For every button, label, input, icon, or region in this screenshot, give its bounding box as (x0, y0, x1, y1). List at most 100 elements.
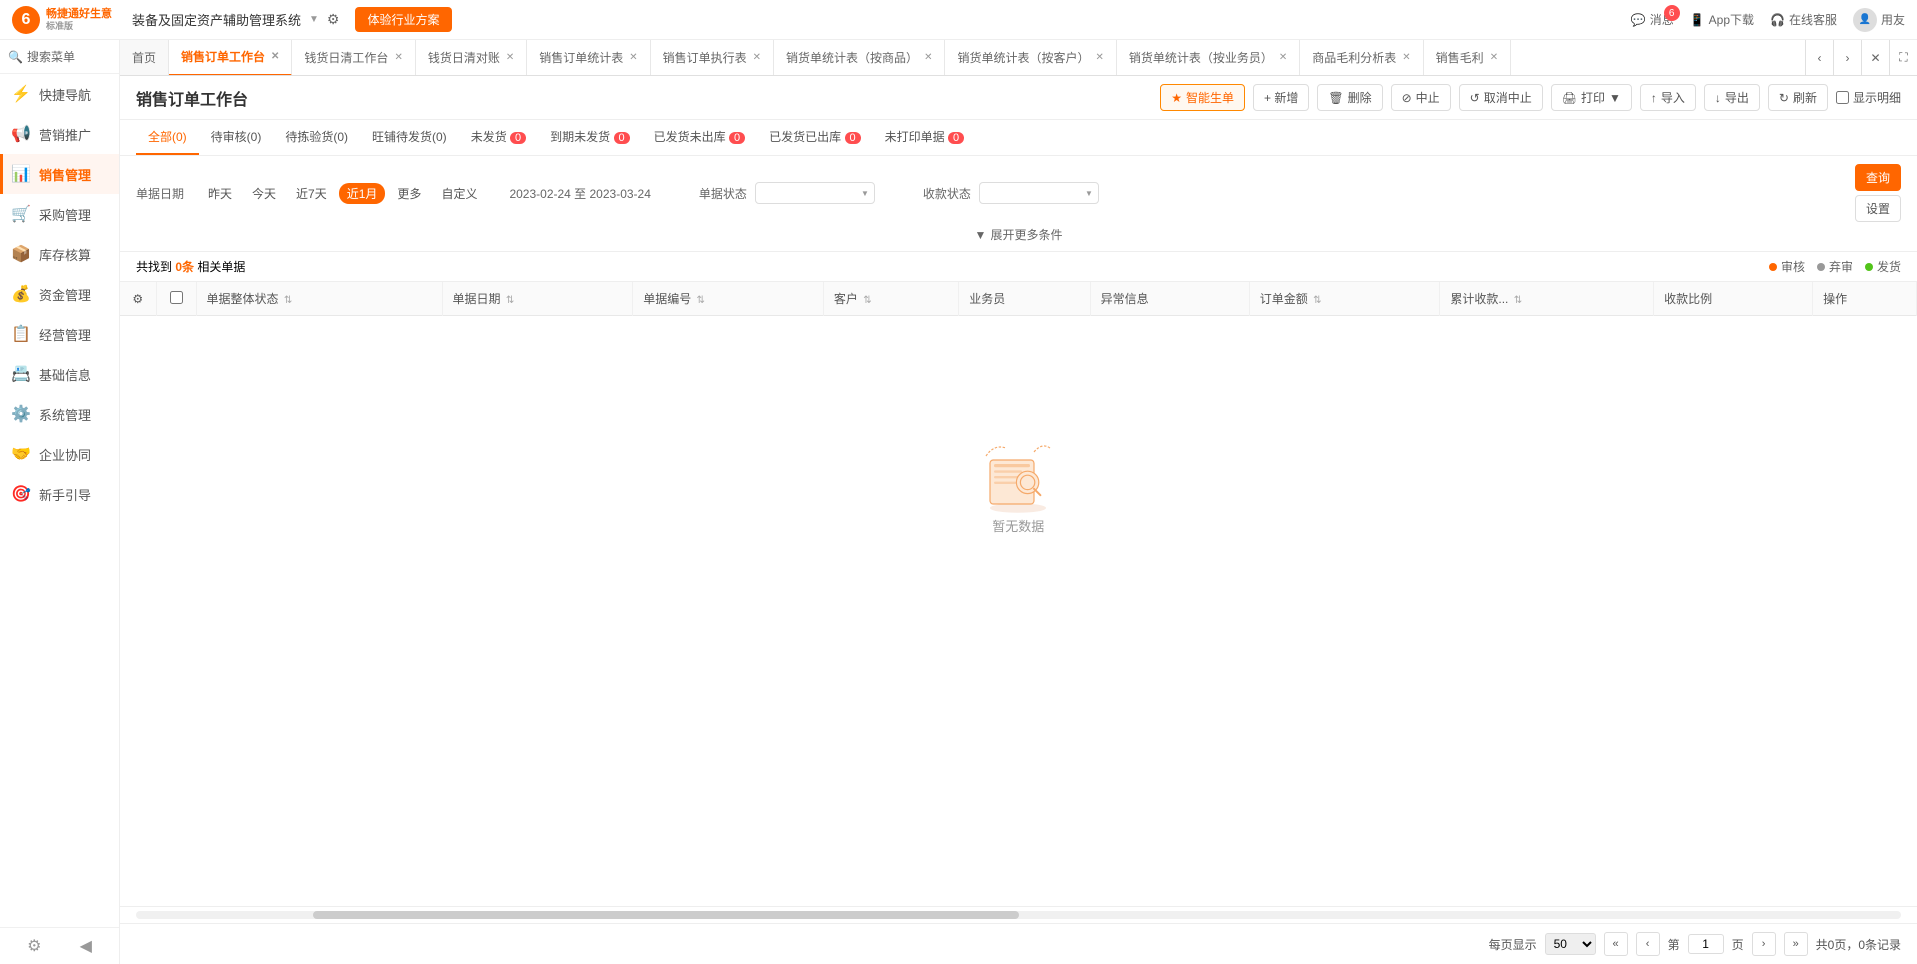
tab-home[interactable]: 首页 (120, 40, 169, 76)
page-next-btn[interactable]: › (1752, 932, 1776, 956)
tab-expand-btn[interactable]: ⛶ (1889, 40, 1917, 76)
tab-sales-stats-close[interactable]: ✕ (629, 52, 637, 63)
status-select[interactable] (755, 182, 875, 204)
sub-tab-pending[interactable]: 待审核(0) (199, 120, 274, 155)
tab-sales-profit-close[interactable]: ✕ (1490, 52, 1498, 63)
page-input[interactable] (1688, 934, 1724, 954)
approve-label: 审核 (1781, 258, 1805, 275)
print-btn[interactable]: 🖨 打印 ▼ (1551, 84, 1632, 111)
tab-stats-staff-close[interactable]: ✕ (1279, 52, 1287, 63)
tab-sales-profit[interactable]: 销售毛利 ✕ (1424, 40, 1511, 76)
sidebar-item-operations[interactable]: 📋 经营管理 (0, 314, 119, 354)
sidebar-item-newbie[interactable]: 🎯 新手引导 (0, 474, 119, 514)
trial-btn[interactable]: 体验行业方案 (355, 7, 451, 32)
sub-tab-all[interactable]: 全部(0) (136, 120, 199, 155)
th-action: 操作 (1813, 282, 1917, 316)
delete-btn[interactable]: 🗑 删除 (1317, 84, 1382, 111)
sidebar-item-purchase[interactable]: 🛒 采购管理 (0, 194, 119, 234)
tab-prev-btn[interactable]: ‹ (1805, 40, 1833, 76)
show-detail-label[interactable]: 显示明细 (1836, 89, 1901, 106)
horizontal-scrollbar[interactable] (136, 911, 1901, 919)
tab-stats-staff[interactable]: 销货单统计表（按业务员） ✕ (1117, 40, 1300, 76)
sub-tab-shipped-not-out[interactable]: 已发货未出库 0 (642, 120, 757, 155)
sidebar-search[interactable]: 🔍 搜索菜单 (0, 40, 119, 74)
sidebar-item-sales[interactable]: 📊 销售管理 (0, 154, 119, 194)
select-all-checkbox[interactable] (170, 291, 183, 304)
sidebar-item-basic[interactable]: 📇 基础信息 (0, 354, 119, 394)
sidebar-item-inventory[interactable]: 📦 库存核算 (0, 234, 119, 274)
th-date-sort[interactable]: ⇅ (506, 295, 514, 306)
th-number-sort[interactable]: ⇅ (697, 295, 705, 306)
refresh-btn[interactable]: ↻ 刷新 (1768, 84, 1828, 111)
th-customer-sort[interactable]: ⇅ (863, 295, 871, 306)
ship-btn[interactable]: 发货 (1865, 258, 1901, 275)
date-btn-1month[interactable]: 近1月 (339, 183, 386, 204)
tab-stats-product-close[interactable]: ✕ (924, 52, 932, 63)
tab-sales-workbench-close[interactable]: ✕ (271, 51, 279, 62)
date-btn-7days[interactable]: 近7天 (288, 183, 335, 204)
tab-sales-exec[interactable]: 销售订单执行表 ✕ (651, 40, 774, 76)
user-area[interactable]: 👤 用友 (1853, 8, 1905, 32)
tab-gross-profit-close[interactable]: ✕ (1402, 52, 1410, 63)
date-btn-custom[interactable]: 自定义 (433, 183, 485, 204)
message-btn[interactable]: 💬 消息 6 (1631, 11, 1674, 28)
tab-sales-stats[interactable]: 销售订单统计表 ✕ (527, 40, 650, 76)
tab-sales-exec-close[interactable]: ✕ (753, 52, 761, 63)
tab-sales-workbench[interactable]: 销售订单工作台 ✕ (169, 40, 292, 76)
sub-tab-overdue[interactable]: 到期未发货 0 (538, 120, 641, 155)
tab-cash-daily[interactable]: 钱货日清工作台 ✕ (292, 40, 415, 76)
basic-icon: 📇 (11, 364, 31, 384)
sub-tab-wangpu[interactable]: 旺铺待发货(0) (360, 120, 459, 155)
cancel-stop-btn[interactable]: ↺ 取消中止 (1459, 84, 1543, 111)
refresh-btn-label: 刷新 (1793, 89, 1817, 106)
sidebar-item-system[interactable]: ⚙️ 系统管理 (0, 394, 119, 434)
smart-btn[interactable]: ★ 智能生单 (1160, 84, 1245, 111)
tab-next-btn[interactable]: › (1833, 40, 1861, 76)
sub-tab-not-shipped[interactable]: 未发货 0 (459, 120, 538, 155)
stop-btn[interactable]: ⊘ 中止 (1391, 84, 1451, 111)
sidebar-item-quick-nav[interactable]: ⚡ 快捷导航 (0, 74, 119, 114)
sidebar-collapse-icon[interactable]: ◀ (80, 936, 92, 956)
tab-stats-product[interactable]: 销货单统计表（按商品） ✕ (774, 40, 945, 76)
export-btn[interactable]: ↓ 导出 (1704, 84, 1760, 111)
sub-tab-shipped-out[interactable]: 已发货已出库 0 (757, 120, 872, 155)
tab-stats-customer-close[interactable]: ✕ (1095, 52, 1103, 63)
payment-select[interactable] (979, 182, 1099, 204)
column-settings-icon[interactable]: ⚙ (132, 292, 143, 306)
th-amount-sort[interactable]: ⇅ (1313, 295, 1321, 306)
tab-cash-reconcile-close[interactable]: ✕ (506, 52, 514, 63)
sidebar-item-enterprise[interactable]: 🤝 企业协同 (0, 434, 119, 474)
import-btn[interactable]: ↑ 导入 (1640, 84, 1696, 111)
show-detail-checkbox[interactable] (1836, 91, 1849, 104)
date-btn-yesterday[interactable]: 昨天 (200, 183, 240, 204)
page-size-select[interactable]: 50 100 (1545, 933, 1596, 955)
tab-stats-customer[interactable]: 销货单统计表（按客户） ✕ (945, 40, 1116, 76)
page-last-btn[interactable]: » (1784, 932, 1808, 956)
tab-cash-reconcile[interactable]: 钱货日清对账 ✕ (416, 40, 527, 76)
tab-close-all-btn[interactable]: ✕ (1861, 40, 1889, 76)
tab-gross-profit[interactable]: 商品毛利分析表 ✕ (1300, 40, 1423, 76)
sub-tab-overdue-count: 0 (614, 132, 630, 144)
online-service-btn[interactable]: 🎧 在线客服 (1770, 11, 1837, 28)
system-settings-icon[interactable]: ⚙ (327, 11, 340, 28)
sub-tab-not-printed[interactable]: 未打印单据 0 (873, 120, 976, 155)
th-status-sort[interactable]: ⇅ (284, 295, 292, 306)
add-btn[interactable]: + 新增 (1253, 84, 1309, 111)
sidebar-item-finance[interactable]: 💰 资金管理 (0, 274, 119, 314)
page-prev-btn[interactable]: ‹ (1636, 932, 1660, 956)
approve-btn[interactable]: 审核 (1769, 258, 1805, 275)
sidebar-settings-icon[interactable]: ⚙ (27, 936, 41, 956)
date-btn-more[interactable]: 更多 (389, 183, 429, 204)
th-collected-sort[interactable]: ⇅ (1514, 295, 1522, 306)
tab-cash-daily-close[interactable]: ✕ (394, 52, 402, 63)
date-btn-today[interactable]: 今天 (244, 183, 284, 204)
filter-settings-btn[interactable]: 设置 (1855, 195, 1901, 222)
app-download-btn[interactable]: 📱 App下载 (1690, 11, 1754, 28)
unapprove-btn[interactable]: 弃审 (1817, 258, 1853, 275)
sidebar-item-marketing[interactable]: 📢 营销推广 (0, 114, 119, 154)
expand-conditions-btn[interactable]: ▼ 展开更多条件 (975, 226, 1063, 243)
sub-tab-pending-check[interactable]: 待拣验货(0) (273, 120, 360, 155)
system-dropdown-icon[interactable]: ▼ (309, 14, 319, 25)
query-btn[interactable]: 查询 (1855, 164, 1901, 191)
page-first-btn[interactable]: « (1604, 932, 1628, 956)
